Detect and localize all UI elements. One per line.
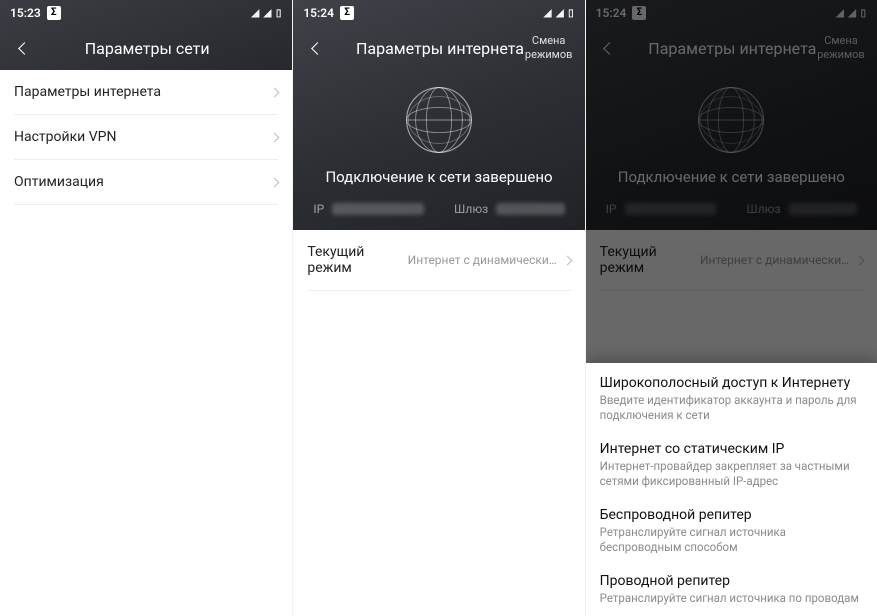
row-current-mode[interactable]: Текущий режим Интернет с динамическим IP [293, 230, 584, 290]
ip-value [625, 203, 717, 215]
option-title: Широкополосный доступ к Интернету [600, 375, 863, 391]
app-badge-icon: Σ [632, 6, 646, 20]
ip-value [332, 203, 424, 215]
page-title: Параметры сети [8, 39, 286, 58]
option-subtitle: Интернет-провайдер закрепляет за частным… [600, 459, 863, 489]
chevron-right-icon [271, 129, 278, 145]
option-title: Интернет со статическим IP [600, 441, 863, 457]
row-optimization[interactable]: Оптимизация [0, 160, 292, 204]
row-current-mode[interactable]: Текущий режим Интернет с динамическим IP [586, 230, 877, 290]
option-subtitle: Ретранслируйте сигнал источника беспрово… [600, 525, 863, 555]
change-mode-button[interactable]: Смена режимов [811, 34, 871, 62]
row-label: Текущий режим [307, 244, 407, 276]
globe-icon [403, 84, 475, 156]
mode-action-sheet: Широкополосный доступ к Интернету Введит… [586, 363, 877, 616]
screen-internet-params: 15:24 Σ ◢ ◢ ▯ Параметры интернета Смена … [292, 0, 584, 616]
sheet-option-wireless-repeater[interactable]: Беспроводной репитер Ретранслируйте сигн… [586, 499, 877, 565]
app-badge-icon: Σ [340, 6, 354, 20]
ip-label: IP [606, 202, 617, 216]
option-title: Проводной репитер [600, 573, 863, 589]
option-title: Беспроводной репитер [600, 507, 863, 523]
chevron-right-icon [271, 174, 278, 190]
gateway-value [496, 203, 564, 215]
chevron-right-icon [856, 252, 863, 268]
screen-internet-params-sheet: 15:24 Σ ◢ ◢ ▯ Параметры интернета Смена … [585, 0, 877, 616]
globe-icon [695, 84, 767, 156]
row-value: Интернет с динамическим IP [700, 253, 850, 267]
chevron-right-icon [564, 252, 571, 268]
gateway-field: Шлюз [454, 202, 565, 216]
status-icons: ◢ ◢ ▯ [544, 8, 575, 19]
gateway-label: Шлюз [746, 202, 780, 216]
sheet-option-broadband[interactable]: Широкополосный доступ к Интернету Введит… [586, 367, 877, 433]
status-bar: 15:23 Σ ◢ ◢ ▯ [0, 0, 292, 26]
clock: 15:24 [303, 6, 334, 20]
row-label: Настройки VPN [14, 129, 265, 145]
row-internet-params[interactable]: Параметры интернета [0, 70, 292, 114]
gateway-value [789, 203, 857, 215]
row-label: Текущий режим [600, 244, 700, 276]
option-subtitle: Введите идентификатор аккаунта и пароль … [600, 393, 863, 423]
status-bar: 15:24 Σ ◢ ◢ ▯ [293, 0, 584, 26]
ip-field: IP [313, 202, 424, 216]
sheet-option-static-ip[interactable]: Интернет со статическим IP Интернет-пров… [586, 433, 877, 499]
option-subtitle: Ретранслируйте сигнал источника по прово… [600, 591, 863, 606]
status-icons: ◢ ◢ ▯ [251, 8, 282, 19]
gateway-field: Шлюз [746, 202, 857, 216]
connection-status: Подключение к сети завершено [586, 168, 877, 186]
row-value: Интернет с динамическим IP [408, 253, 558, 267]
row-label: Параметры интернета [14, 84, 265, 100]
screen-network-settings: 15:23 Σ ◢ ◢ ▯ Параметры сети Параметры и… [0, 0, 292, 616]
row-label: Оптимизация [14, 174, 265, 190]
row-vpn-settings[interactable]: Настройки VPN [0, 115, 292, 159]
ip-label: IP [313, 202, 324, 216]
connection-status: Подключение к сети завершено [293, 168, 584, 186]
clock: 15:23 [10, 6, 41, 20]
ip-field: IP [606, 202, 717, 216]
app-badge-icon: Σ [47, 6, 61, 20]
change-mode-button[interactable]: Смена режимов [519, 34, 579, 62]
gateway-label: Шлюз [454, 202, 488, 216]
status-bar: 15:24 Σ ◢ ◢ ▯ [586, 0, 877, 26]
sheet-option-wired-repeater[interactable]: Проводной репитер Ретранслируйте сигнал … [586, 565, 877, 616]
status-icons: ◢ ◢ ▯ [836, 8, 867, 19]
clock: 15:24 [596, 6, 627, 20]
chevron-right-icon [271, 84, 278, 100]
